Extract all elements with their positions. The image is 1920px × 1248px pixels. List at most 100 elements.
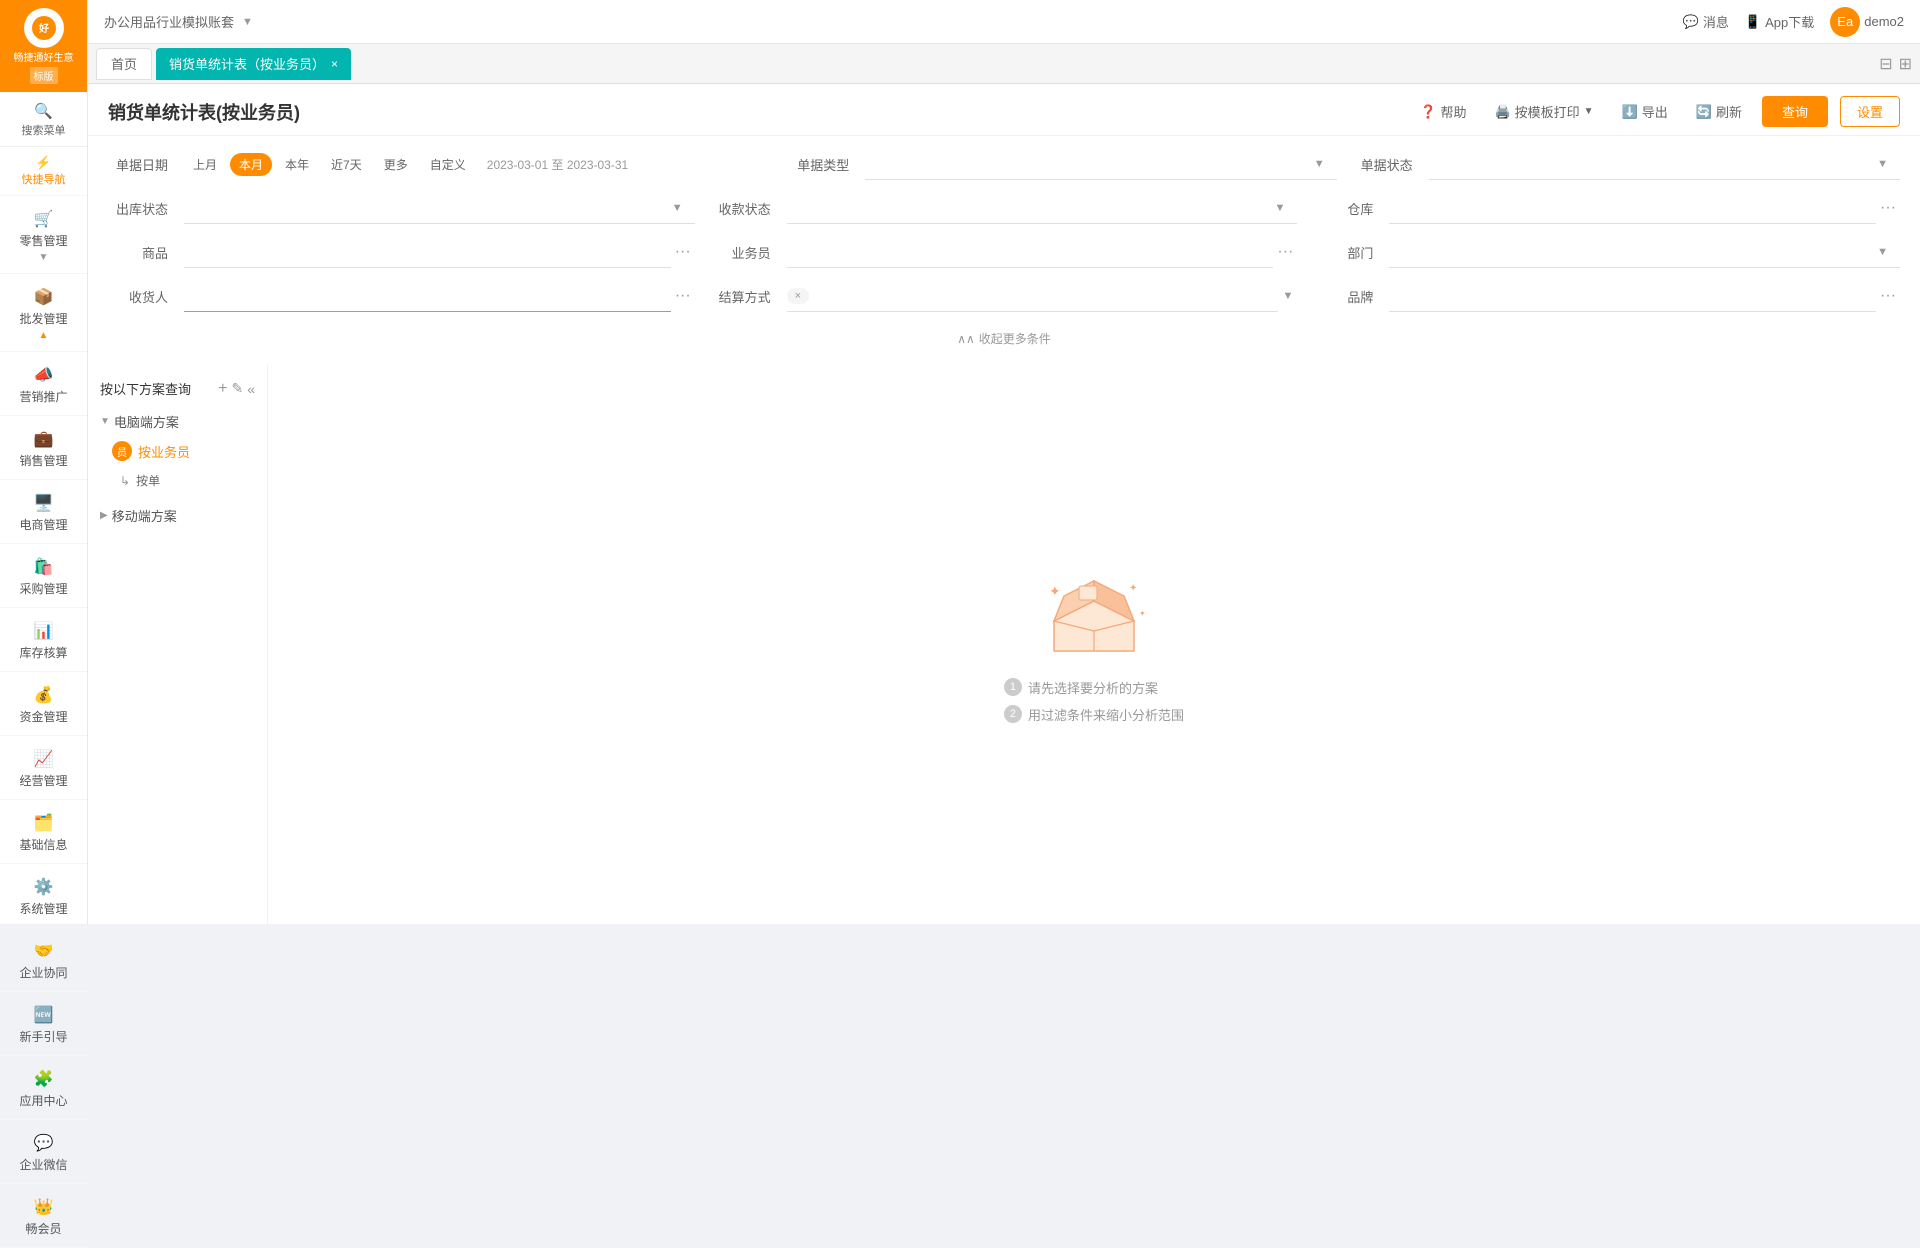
- sidebar-item-inventory[interactable]: 📊 库存核算: [0, 608, 87, 672]
- print-dropdown-icon: ▼: [1584, 106, 1594, 117]
- page-header: 销货单统计表(按业务员) ❓ 帮助 🖨️ 按模板打印 ▼ ⬇️ 导出 🔄 刷: [88, 84, 1920, 136]
- sidebar-item-newguide[interactable]: 🆕 新手引导: [0, 992, 87, 1056]
- settlement-tag: ×: [787, 288, 809, 304]
- sidebar-item-cooperation[interactable]: 🤝 企业协同: [0, 928, 87, 992]
- scheme-collapse-icon[interactable]: «: [247, 381, 255, 397]
- sidebar-search[interactable]: 🔍 搜索菜单: [0, 92, 87, 147]
- retail-icon: 🛒: [34, 209, 54, 229]
- receipt-status-field: ▼: [787, 192, 1298, 224]
- sidebar-item-appcenter[interactable]: 🧩 应用中心: [0, 1056, 87, 1120]
- out-status-field: ▼: [184, 192, 695, 224]
- collapse-icon: ∧∧: [957, 332, 975, 346]
- doc-status-select[interactable]: ▼: [1429, 148, 1900, 180]
- sidebar-item-operation[interactable]: 📈 经营管理: [0, 736, 87, 800]
- sidebar-item-purchase[interactable]: 🛍️ 采购管理: [0, 544, 87, 608]
- settlement-label: 结算方式: [711, 287, 771, 306]
- refresh-button[interactable]: 🔄 刷新: [1688, 98, 1750, 125]
- scheme-header: 按以下方案查询 + ✎ «: [88, 373, 267, 404]
- refresh-icon: 🔄: [1696, 104, 1712, 120]
- salesperson-field: ···: [787, 236, 1298, 268]
- consignee-field: ···: [184, 280, 695, 312]
- search-label: 搜索菜单: [22, 122, 66, 138]
- setting-button[interactable]: 设置: [1840, 96, 1900, 127]
- scheme-pc-title[interactable]: ▼ 电脑端方案: [88, 408, 267, 435]
- out-status-select[interactable]: ▼: [184, 192, 695, 224]
- mobile-group-arrow: ▶: [100, 510, 108, 521]
- brand-dots[interactable]: ···: [1876, 287, 1900, 305]
- dept-field: ▼: [1389, 236, 1900, 268]
- ecommerce-icon: 🖥️: [34, 493, 54, 513]
- query-button[interactable]: 查询: [1762, 96, 1828, 127]
- sidebar-item-member[interactable]: 👑 畅会员: [0, 1184, 87, 1248]
- consignee-input[interactable]: [184, 280, 671, 312]
- tab-active[interactable]: 销货单统计表（按业务员） ×: [156, 48, 351, 80]
- export-button[interactable]: ⬇️ 导出: [1614, 98, 1676, 125]
- settlement-x[interactable]: ×: [795, 290, 801, 302]
- member-label: 畅会员: [25, 1220, 61, 1237]
- industry-selector[interactable]: 办公用品行业模拟账套 ▼: [104, 12, 253, 31]
- goods-dots[interactable]: ···: [671, 243, 695, 261]
- salesperson-input[interactable]: [787, 236, 1274, 268]
- help-button[interactable]: ❓ 帮助: [1412, 98, 1474, 125]
- logo-text: 畅捷通好生意: [14, 52, 74, 65]
- date-label: 单据日期: [108, 155, 168, 174]
- doc-type-select[interactable]: ▼: [865, 148, 1336, 180]
- date-btn-7days[interactable]: 近7天: [322, 153, 371, 176]
- dept-select[interactable]: ▼: [1389, 236, 1900, 268]
- tab-home[interactable]: 首页: [96, 48, 152, 80]
- app-download-action[interactable]: 📱 App下载: [1745, 12, 1814, 31]
- sidebar-item-wechat[interactable]: 💬 企业微信: [0, 1120, 87, 1184]
- tab-close-icon[interactable]: ×: [331, 57, 338, 71]
- date-btn-this-month[interactable]: 本月: [230, 153, 272, 176]
- warehouse-dots[interactable]: ···: [1876, 199, 1900, 217]
- sidebar-item-ecommerce[interactable]: 🖥️ 电商管理: [0, 480, 87, 544]
- sidebar: 好 畅捷通好生意 标版 🔍 搜索菜单 ⚡ 快捷导航 🛒 零售管理 ▼ 📦 批发管…: [0, 0, 88, 924]
- system-icon: ⚙️: [34, 877, 54, 897]
- sidebar-item-wholesale[interactable]: 📦 批发管理 ▲: [0, 274, 87, 352]
- sub-item-icon: ↳: [120, 474, 130, 488]
- date-btn-more[interactable]: 更多: [375, 153, 417, 176]
- date-btn-custom[interactable]: 自定义: [421, 153, 475, 176]
- brand-input[interactable]: [1389, 280, 1876, 312]
- newguide-icon: 🆕: [34, 1005, 54, 1025]
- doc-status-arrow: ▼: [1873, 158, 1892, 170]
- scheme-sub-item-by-order[interactable]: ↳ 按单: [88, 467, 267, 494]
- message-action[interactable]: 💬 消息: [1683, 12, 1729, 31]
- user-menu[interactable]: Ea demo2: [1830, 7, 1904, 37]
- svg-text:✦: ✦: [1139, 609, 1146, 618]
- retail-label: 零售管理: [19, 232, 67, 249]
- scheme-edit-icon[interactable]: ✎: [231, 380, 243, 397]
- active-scheme-label: 按业务员: [138, 442, 190, 461]
- salesperson-dots[interactable]: ···: [1273, 243, 1297, 261]
- marketing-label: 营销推广: [19, 388, 67, 405]
- receipt-status-select[interactable]: ▼: [787, 192, 1298, 224]
- tab-minimize-button[interactable]: ⊟: [1879, 54, 1892, 74]
- content-area: 销货单统计表(按业务员) ❓ 帮助 🖨️ 按模板打印 ▼ ⬇️ 导出 🔄 刷: [88, 84, 1920, 924]
- scheme-mobile-title[interactable]: ▶ 移动端方案: [88, 502, 267, 529]
- collapse-button[interactable]: ∧∧ 收起更多条件: [108, 324, 1900, 353]
- doc-status-label: 单据状态: [1353, 155, 1413, 174]
- date-btn-this-year[interactable]: 本年: [276, 153, 318, 176]
- consignee-dots[interactable]: ···: [671, 287, 695, 305]
- sidebar-shortcut[interactable]: ⚡ 快捷导航: [0, 147, 87, 196]
- sidebar-item-basic[interactable]: 🗂️ 基础信息: [0, 800, 87, 864]
- sidebar-item-marketing[interactable]: 📣 营销推广: [0, 352, 87, 416]
- sidebar-item-system[interactable]: ⚙️ 系统管理: [0, 864, 87, 928]
- help-icon: ❓: [1420, 104, 1436, 120]
- warehouse-input[interactable]: [1389, 192, 1876, 224]
- goods-label: 商品: [108, 243, 168, 262]
- sidebar-logo[interactable]: 好 畅捷通好生意 标版: [0, 0, 87, 92]
- sidebar-item-retail[interactable]: 🛒 零售管理 ▼: [0, 196, 87, 274]
- template-print-button[interactable]: 🖨️ 按模板打印 ▼: [1486, 98, 1601, 125]
- industry-dropdown-arrow: ▼: [242, 16, 253, 28]
- tab-active-label: 销货单统计表（按业务员）: [169, 54, 325, 73]
- scheme-add-icon[interactable]: +: [218, 380, 227, 398]
- appcenter-label: 应用中心: [19, 1092, 67, 1109]
- goods-input[interactable]: [184, 236, 671, 268]
- sidebar-item-finance[interactable]: 💰 资金管理: [0, 672, 87, 736]
- sidebar-item-sales[interactable]: 💼 销售管理: [0, 416, 87, 480]
- scheme-item-salesperson[interactable]: 员 按业务员: [88, 435, 267, 467]
- date-btn-last-month[interactable]: 上月: [184, 153, 226, 176]
- tab-maximize-button[interactable]: ⊞: [1899, 54, 1912, 74]
- wechat-label: 企业微信: [19, 1156, 67, 1173]
